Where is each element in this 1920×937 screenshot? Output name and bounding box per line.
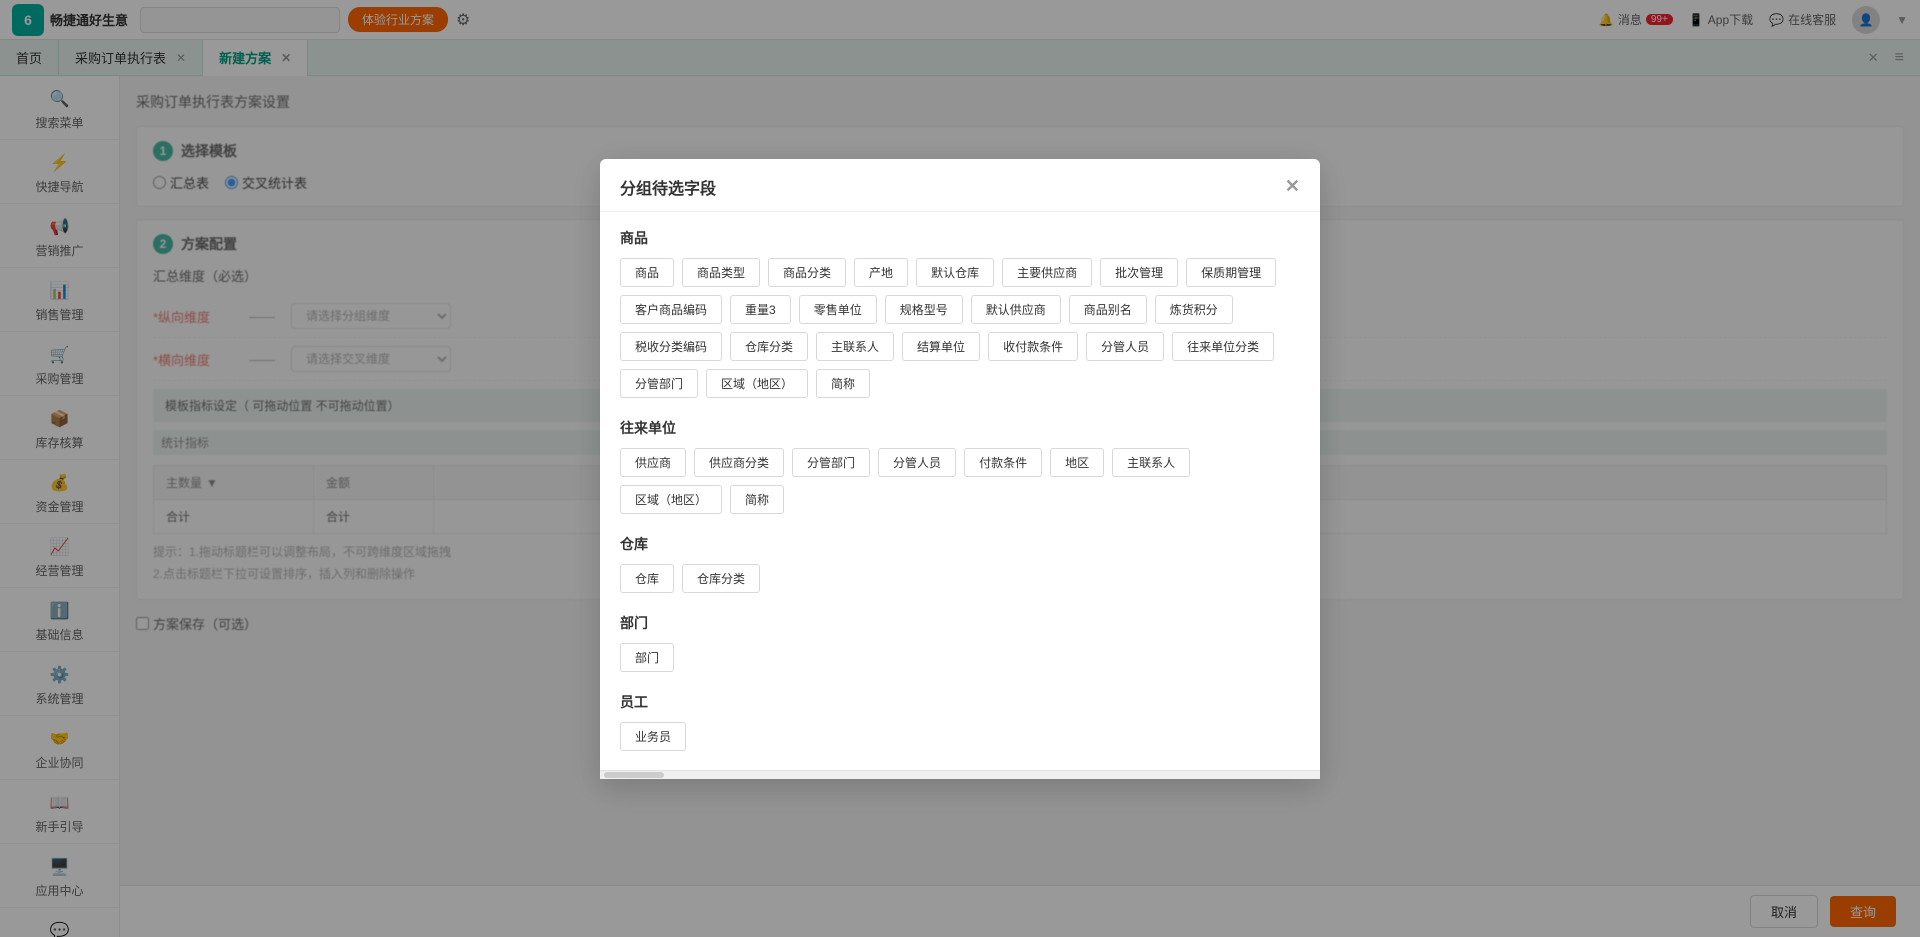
field-tag-goods-14[interactable]: 炼货积分 [1155,295,1233,324]
field-tag-goods-3[interactable]: 产地 [854,258,908,287]
section-dept: 部门 部门 [620,613,1300,672]
field-tag-goods-12[interactable]: 默认供应商 [971,295,1061,324]
section-warehouse-tags: 仓库 仓库分类 [620,564,1300,593]
section-goods-title: 商品 [620,228,1300,248]
section-partners-tags: 供应商 供应商分类 分管部门 分管人员 付款条件 地区 主联系人 区域（地区） … [620,448,1300,514]
section-employee-title: 员工 [620,692,1300,712]
section-employee: 员工 业务员 [620,692,1300,751]
section-employee-tags: 业务员 [620,722,1300,751]
field-tag-goods-8[interactable]: 客户商品编码 [620,295,722,324]
field-tag-goods-2[interactable]: 商品分类 [768,258,846,287]
field-tag-goods-24[interactable]: 简称 [816,369,870,398]
field-tag-goods-16[interactable]: 仓库分类 [730,332,808,361]
field-tag-goods-15[interactable]: 税收分类编码 [620,332,722,361]
field-tag-goods-5[interactable]: 主要供应商 [1002,258,1092,287]
field-tag-goods-9[interactable]: 重量3 [730,295,791,324]
field-tag-wh-1[interactable]: 仓库分类 [682,564,760,593]
field-tag-partner-2[interactable]: 分管部门 [792,448,870,477]
field-tag-goods-22[interactable]: 分管部门 [620,369,698,398]
field-tag-goods-10[interactable]: 零售单位 [799,295,877,324]
field-tag-wh-0[interactable]: 仓库 [620,564,674,593]
field-tag-goods-6[interactable]: 批次管理 [1100,258,1178,287]
modal-close-icon[interactable]: ✕ [1285,176,1300,197]
field-tag-partner-0[interactable]: 供应商 [620,448,686,477]
section-goods: 商品 商品 商品类型 商品分类 产地 默认仓库 主要供应商 批次管理 保质期管理… [620,228,1300,398]
modal-overlay[interactable]: 分组待选字段 ✕ 商品 商品 商品类型 商品分类 产地 默认仓库 主要供应商 批… [0,0,1920,937]
field-tag-goods-18[interactable]: 结算单位 [902,332,980,361]
field-tag-goods-11[interactable]: 规格型号 [885,295,963,324]
field-tag-goods-20[interactable]: 分管人员 [1086,332,1164,361]
field-tag-partner-7[interactable]: 区域（地区） [620,485,722,514]
section-dept-tags: 部门 [620,643,1300,672]
section-goods-tags: 商品 商品类型 商品分类 产地 默认仓库 主要供应商 批次管理 保质期管理 客户… [620,258,1300,398]
field-tag-emp-0[interactable]: 业务员 [620,722,686,751]
modal-dialog: 分组待选字段 ✕ 商品 商品 商品类型 商品分类 产地 默认仓库 主要供应商 批… [600,159,1320,779]
field-tag-dept-0[interactable]: 部门 [620,643,674,672]
modal-body: 商品 商品 商品类型 商品分类 产地 默认仓库 主要供应商 批次管理 保质期管理… [600,212,1320,771]
modal-title: 分组待选字段 [620,175,716,199]
field-tag-partner-6[interactable]: 主联系人 [1112,448,1190,477]
field-tag-partner-4[interactable]: 付款条件 [964,448,1042,477]
field-tag-goods-1[interactable]: 商品类型 [682,258,760,287]
field-tag-goods-23[interactable]: 区域（地区） [706,369,808,398]
field-tag-partner-8[interactable]: 简称 [730,485,784,514]
field-tag-goods-7[interactable]: 保质期管理 [1186,258,1276,287]
section-warehouse-title: 仓库 [620,534,1300,554]
field-tag-goods-19[interactable]: 收付款条件 [988,332,1078,361]
section-dept-title: 部门 [620,613,1300,633]
horizontal-scrollbar[interactable] [600,770,1320,778]
field-tag-goods-13[interactable]: 商品别名 [1069,295,1147,324]
field-tag-partner-1[interactable]: 供应商分类 [694,448,784,477]
field-tag-goods-21[interactable]: 往来单位分类 [1172,332,1274,361]
field-tag-partner-3[interactable]: 分管人员 [878,448,956,477]
field-tag-partner-5[interactable]: 地区 [1050,448,1104,477]
scroll-thumb-x[interactable] [604,772,664,778]
section-warehouse: 仓库 仓库 仓库分类 [620,534,1300,593]
field-tag-goods-17[interactable]: 主联系人 [816,332,894,361]
modal-header: 分组待选字段 ✕ [600,159,1320,212]
section-partners-title: 往来单位 [620,418,1300,438]
field-tag-goods-4[interactable]: 默认仓库 [916,258,994,287]
field-tag-goods-0[interactable]: 商品 [620,258,674,287]
section-partners: 往来单位 供应商 供应商分类 分管部门 分管人员 付款条件 地区 主联系人 区域… [620,418,1300,514]
